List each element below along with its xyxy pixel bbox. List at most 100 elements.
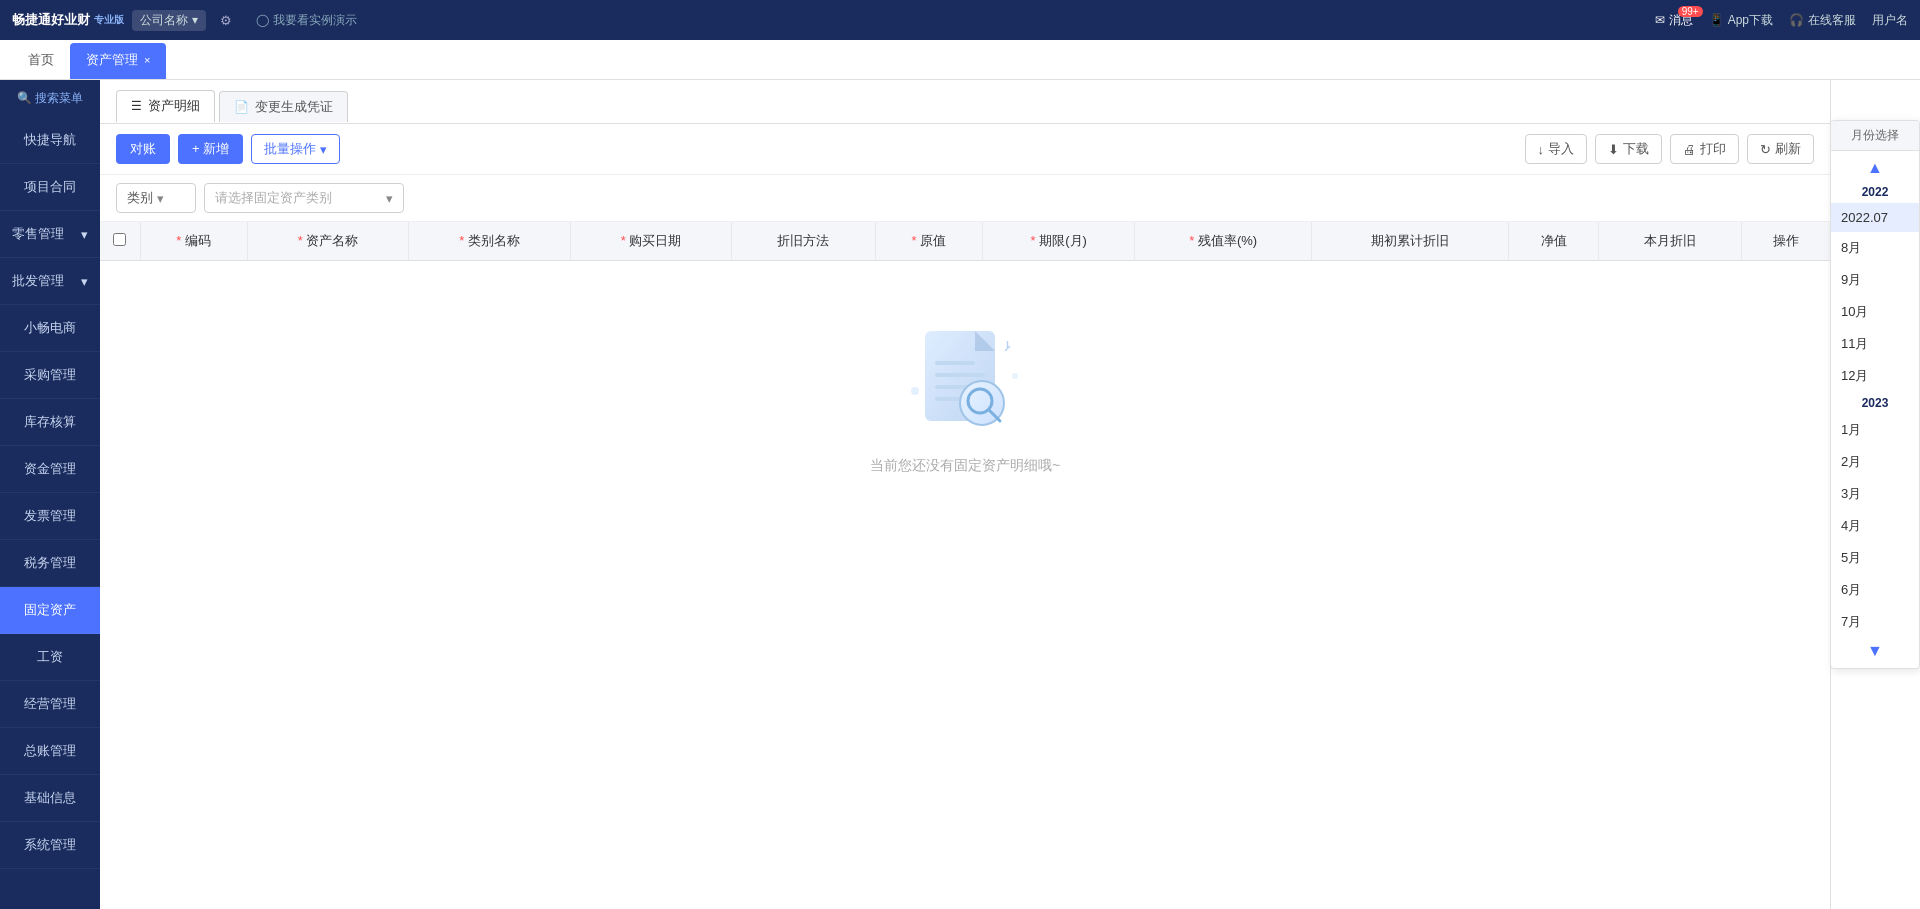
company-selector[interactable]: 公司名称 ▾ xyxy=(132,10,206,31)
sidebar-item-inventory[interactable]: 库存核算 xyxy=(0,399,100,446)
th-depreciation-method: 折旧方法 xyxy=(732,222,875,261)
settings-icon[interactable]: ⚙ xyxy=(220,13,232,28)
sidebar-item-fixed-assets[interactable]: 固定资产 xyxy=(0,587,100,634)
month-item-2022-11[interactable]: 11月 xyxy=(1831,328,1919,360)
month-item-2023-06[interactable]: 6月 xyxy=(1831,574,1919,606)
month-item-2023-05[interactable]: 5月 xyxy=(1831,542,1919,574)
svg-point-12 xyxy=(1012,373,1018,379)
month-item-2023-01[interactable]: 1月 xyxy=(1831,414,1919,446)
month-label: 1月 xyxy=(1841,421,1861,439)
sidebar-item-label: 采购管理 xyxy=(24,366,76,384)
subtab-asset-detail[interactable]: ☰ 资产明细 xyxy=(116,90,215,123)
sidebar-item-label: 资金管理 xyxy=(24,460,76,478)
month-item-2023-03[interactable]: 3月 xyxy=(1831,478,1919,510)
sidebar-item-wholesale-mgmt[interactable]: 批发管理 ▾ xyxy=(0,258,100,305)
user-button[interactable]: 用户名 xyxy=(1872,12,1908,29)
sidebar-item-label: 固定资产 xyxy=(24,601,76,619)
demo-icon: ◯ xyxy=(256,13,269,27)
subtab-change-voucher[interactable]: 📄 变更生成凭证 xyxy=(219,91,348,122)
sidebar-item-label: 小畅电商 xyxy=(24,319,76,337)
import-icon: ↓ xyxy=(1538,142,1545,157)
print-icon: 🖨 xyxy=(1683,142,1696,157)
sidebar-item-system-mgmt[interactable]: 系统管理 xyxy=(0,822,100,869)
add-new-button[interactable]: + 新增 xyxy=(178,134,243,164)
demo-text: 我要看实例演示 xyxy=(273,12,357,29)
sidebar-item-general-ledger[interactable]: 总账管理 xyxy=(0,728,100,775)
download-button[interactable]: ⬇ 下载 xyxy=(1595,134,1662,164)
month-item-2022-09[interactable]: 9月 xyxy=(1831,264,1919,296)
right-panel: 月份选择 ▲ 2022 2022.07 8月 9月 10月 xyxy=(1830,80,1920,909)
tab-home[interactable]: 首页 xyxy=(12,43,70,79)
demo-link[interactable]: ◯ 我要看实例演示 xyxy=(256,12,357,29)
content-area: ☰ 资产明细 📄 变更生成凭证 对账 + 新增 批量操作 ▾ ↓ 导入 xyxy=(100,80,1830,909)
print-button[interactable]: 🖨 打印 xyxy=(1670,134,1739,164)
sidebar-search[interactable]: 🔍 搜索菜单 xyxy=(0,80,100,117)
sidebar-item-label: 项目合同 xyxy=(24,178,76,196)
import-button[interactable]: ↓ 导入 xyxy=(1525,134,1588,164)
sidebar-item-label: 零售管理 xyxy=(12,225,64,243)
select-all-checkbox[interactable] xyxy=(113,233,126,246)
top-bar: 畅捷通好业财 专业版 公司名称 ▾ ⚙ ◯ 我要看实例演示 ✉ 消息 99+ 📱… xyxy=(0,0,1920,40)
tab-close-icon[interactable]: × xyxy=(144,54,150,66)
brand: 畅捷通好业财 专业版 xyxy=(12,11,124,29)
brand-name: 畅捷通好业财 xyxy=(12,11,90,29)
online-service-button[interactable]: 🎧 在线客服 xyxy=(1789,12,1856,29)
sidebar-item-quick-nav[interactable]: 快捷导航 xyxy=(0,117,100,164)
app-download-button[interactable]: 📱 App下载 xyxy=(1709,12,1773,29)
category-input[interactable]: 请选择固定资产类别 ▾ xyxy=(204,183,404,213)
message-badge: 99+ xyxy=(1678,6,1703,17)
sidebar-item-ecommerce[interactable]: 小畅电商 xyxy=(0,305,100,352)
sidebar: 🔍 搜索菜单 快捷导航 项目合同 零售管理 ▾ 批发管理 ▾ 小畅电商 采购管理… xyxy=(0,80,100,909)
sidebar-item-purchase-mgmt[interactable]: 采购管理 xyxy=(0,352,100,399)
month-item-2022-12[interactable]: 12月 xyxy=(1831,360,1919,392)
th-residual-rate: * 残值率(%) xyxy=(1135,222,1311,261)
company-name: 公司名称 xyxy=(140,12,188,29)
top-bar-left: 畅捷通好业财 专业版 公司名称 ▾ ⚙ ◯ 我要看实例演示 xyxy=(12,10,1655,31)
nav-tabs: 首页 资产管理 × xyxy=(0,40,1920,80)
chevron-down-icon: ▾ xyxy=(320,142,327,157)
th-accumulated-depreciation: 期初累计折旧 xyxy=(1311,222,1508,261)
refresh-icon: ↻ xyxy=(1760,142,1771,157)
th-asset-name: * 资产名称 xyxy=(247,222,408,261)
sidebar-item-label: 系统管理 xyxy=(24,836,76,854)
sidebar-item-operation[interactable]: 经营管理 xyxy=(0,681,100,728)
month-item-2023-04[interactable]: 4月 xyxy=(1831,510,1919,542)
sidebar-item-basic-info[interactable]: 基础信息 xyxy=(0,775,100,822)
svg-rect-3 xyxy=(935,373,985,377)
category-select[interactable]: 类别 ▾ xyxy=(116,183,196,213)
month-item-2023-07[interactable]: 7月 xyxy=(1831,606,1919,638)
sidebar-item-retail-mgmt[interactable]: 零售管理 ▾ xyxy=(0,211,100,258)
month-item-2023-02[interactable]: 2月 xyxy=(1831,446,1919,478)
svg-point-11 xyxy=(911,387,919,395)
th-checkbox xyxy=(100,222,140,261)
tab-asset-management-label: 资产管理 xyxy=(86,51,138,69)
th-purchase-date: * 购买日期 xyxy=(570,222,731,261)
refresh-button[interactable]: ↻ 刷新 xyxy=(1747,134,1814,164)
sidebar-item-project-contract[interactable]: 项目合同 xyxy=(0,164,100,211)
search-label: 搜索菜单 xyxy=(35,91,83,105)
sidebar-item-tax[interactable]: 税务管理 xyxy=(0,540,100,587)
month-item-2022-08[interactable]: 8月 xyxy=(1831,232,1919,264)
month-picker-title: 月份选择 xyxy=(1851,128,1899,142)
th-original-value: * 原值 xyxy=(875,222,982,261)
month-item-2022-07[interactable]: 2022.07 xyxy=(1831,203,1919,232)
sidebar-item-salary[interactable]: 工资 xyxy=(0,634,100,681)
batch-ops-button[interactable]: 批量操作 ▾ xyxy=(251,134,340,164)
chevron-down-icon: ▾ xyxy=(386,191,393,206)
filter-bar: 类别 ▾ 请选择固定资产类别 ▾ xyxy=(100,175,1830,222)
chevron-down-icon: ▾ xyxy=(192,13,198,27)
down-arrow-icon[interactable]: ▼ xyxy=(1867,642,1883,660)
reconcile-button[interactable]: 对账 xyxy=(116,134,170,164)
sidebar-item-finance[interactable]: 资金管理 xyxy=(0,446,100,493)
year-label-2022: 2022 xyxy=(1831,181,1919,203)
sidebar-item-invoice[interactable]: 发票管理 xyxy=(0,493,100,540)
subtab-change-voucher-label: 变更生成凭证 xyxy=(255,98,333,116)
message-button[interactable]: ✉ 消息 99+ xyxy=(1655,12,1693,29)
month-label: 10月 xyxy=(1841,303,1868,321)
tab-asset-management[interactable]: 资产管理 × xyxy=(70,43,166,79)
up-arrow-icon[interactable]: ▲ xyxy=(1867,159,1883,177)
refresh-label: 刷新 xyxy=(1775,140,1801,158)
sidebar-item-label: 总账管理 xyxy=(24,742,76,760)
month-item-2022-10[interactable]: 10月 xyxy=(1831,296,1919,328)
year-label-2023: 2023 xyxy=(1831,392,1919,414)
